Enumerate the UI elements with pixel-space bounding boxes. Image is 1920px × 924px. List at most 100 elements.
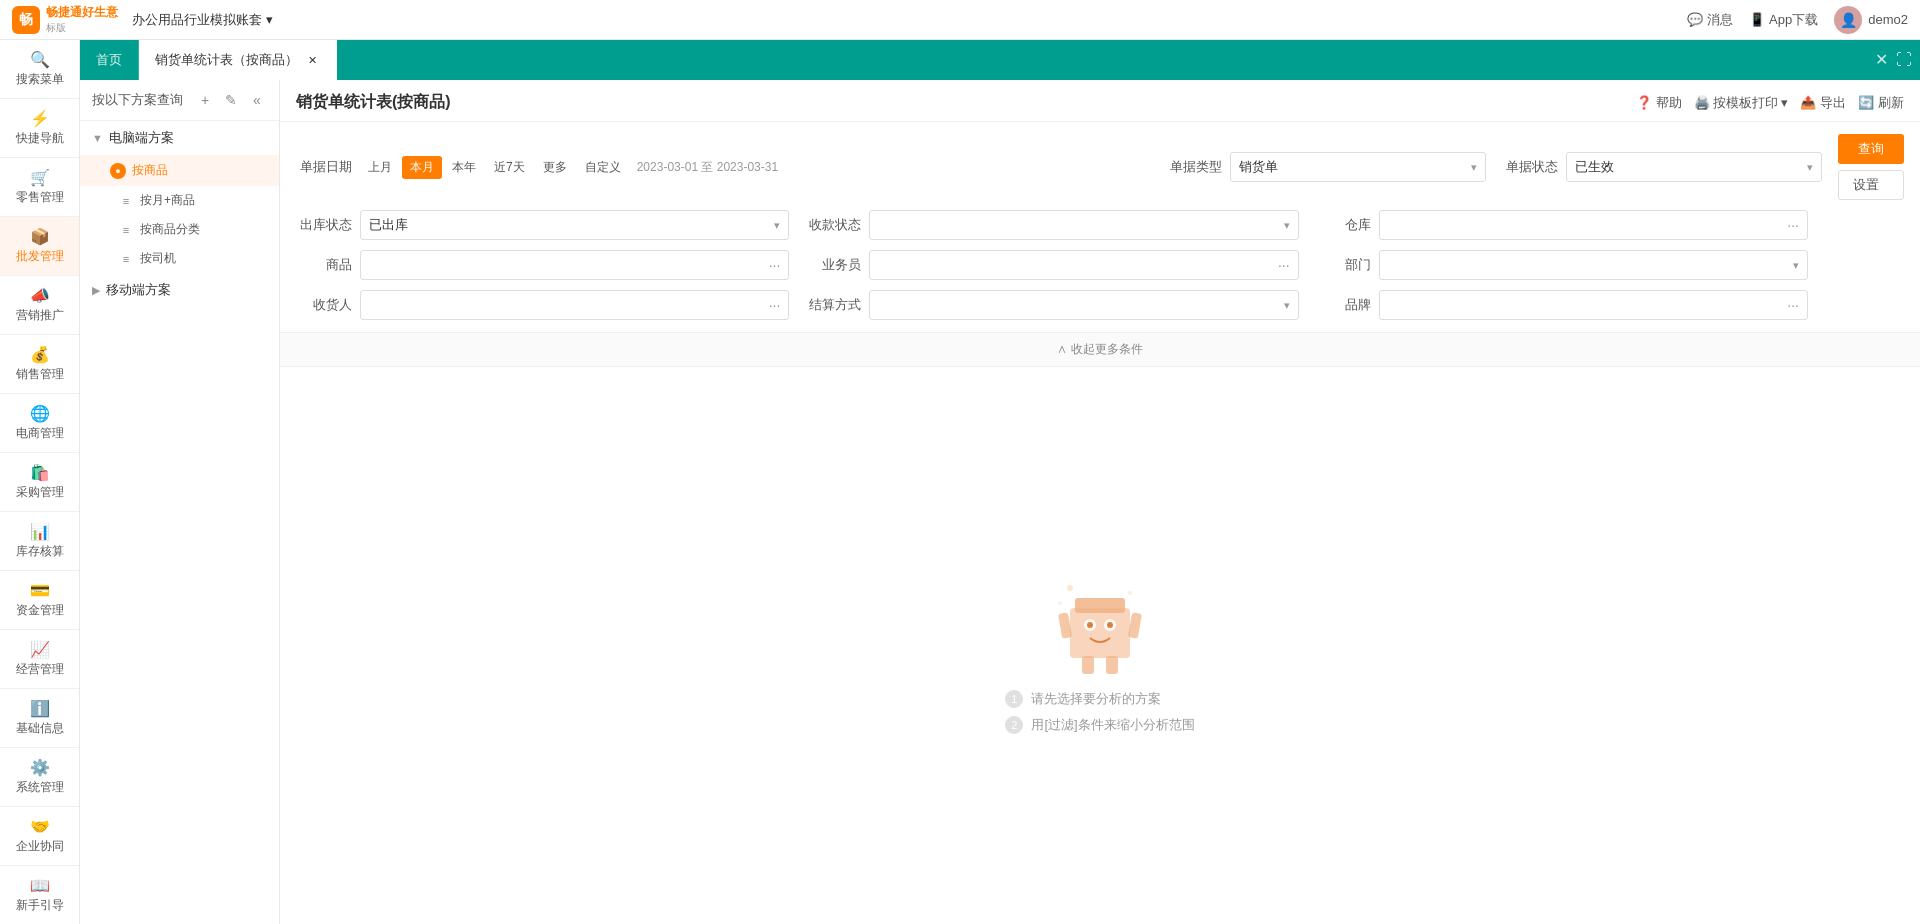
sidebar-item-quick-nav[interactable]: ⚡ 快捷导航 [0, 99, 79, 158]
empty-illustration [1040, 558, 1160, 678]
filter-actions: 查询 设置 [1838, 134, 1904, 200]
empty-hints: 1 请先选择要分析的方案 2 用[过滤]条件来缩小分析范围 [1005, 690, 1194, 734]
logo-area: 畅 畅捷通好生意 标版 [12, 4, 118, 35]
doc-status-select[interactable]: 已生效 ▾ [1566, 152, 1822, 182]
scheme-group-mobile-header[interactable]: ▶ 移动端方案 [80, 273, 279, 307]
sidebar-item-operations[interactable]: 📈 经营管理 [0, 630, 79, 689]
scheme-item-by-product[interactable]: ● 按商品 [80, 155, 279, 186]
hint-num-1: 1 [1005, 690, 1023, 708]
settings-button[interactable]: 设置 [1838, 170, 1904, 200]
left-panel-title: 按以下方案查询 [92, 91, 183, 109]
doc-status-arrow-icon: ▾ [1807, 161, 1813, 174]
template-print-button[interactable]: 🖨️ 按模板打印 ▾ [1694, 94, 1788, 112]
export-button[interactable]: 📤 导出 [1800, 94, 1846, 112]
sidebar-item-search[interactable]: 🔍 搜索菜单 [0, 40, 79, 99]
close-window-button[interactable]: ✕ [1875, 52, 1888, 68]
warehouse-status-label: 出库状态 [296, 216, 352, 234]
warehouse-label: 仓库 [1315, 216, 1371, 234]
phone-icon: 📱 [1749, 12, 1765, 27]
department-select[interactable]: ▾ [1379, 250, 1808, 280]
filter-warehouse-status: 出库状态 已出库 ▾ [296, 210, 789, 240]
left-panel: 按以下方案查询 + ✎ « ▼ 电脑端方案 ● [80, 80, 280, 924]
query-button[interactable]: 查询 [1838, 134, 1904, 164]
date-tab-last-month[interactable]: 上月 [360, 156, 400, 179]
sidebar-item-wholesale[interactable]: 📦 批发管理 [0, 217, 79, 276]
product-input[interactable]: ··· [360, 250, 789, 280]
username-label: demo2 [1868, 12, 1908, 27]
industry-select[interactable]: 办公用品行业模拟账套 ▾ [126, 9, 279, 31]
doc-status-label: 单据状态 [1502, 158, 1558, 176]
scheme-group-pc: ▼ 电脑端方案 ● 按商品 ≡ 按月+商品 ≡ [80, 121, 279, 273]
header-left: 畅 畅捷通好生意 标版 办公用品行业模拟账套 ▾ [12, 4, 279, 35]
inner-page: 按以下方案查询 + ✎ « ▼ 电脑端方案 ● [80, 80, 1920, 924]
date-tab-more[interactable]: 更多 [535, 156, 575, 179]
tab-close-button[interactable]: ✕ [304, 52, 320, 68]
warehouse-status-select[interactable]: 已出库 ▾ [360, 210, 789, 240]
refresh-button[interactable]: 🔄 刷新 [1858, 94, 1904, 112]
svg-rect-1 [1075, 598, 1125, 613]
doc-type-select[interactable]: 销货单 ▾ [1230, 152, 1486, 182]
svg-point-12 [1058, 601, 1062, 605]
salesperson-dots-icon: ··· [1278, 257, 1290, 273]
scheme-item-by-month-product[interactable]: ≡ 按月+商品 [80, 186, 279, 215]
dropdown-icon: ▾ [266, 12, 273, 27]
date-filter-label: 单据日期 [296, 158, 352, 176]
maximize-window-button[interactable]: ⛶ [1896, 52, 1912, 68]
help-button[interactable]: ❓ 帮助 [1636, 94, 1682, 112]
page-title: 销货单统计表(按商品) [296, 92, 451, 113]
sidebar-item-sales[interactable]: 💰 销售管理 [0, 335, 79, 394]
settlement-select[interactable]: ▾ [869, 290, 1298, 320]
app-download-button[interactable]: 📱 App下载 [1749, 11, 1818, 29]
hint-num-2: 2 [1005, 716, 1023, 734]
sidebar-item-ecom[interactable]: 🌐 电商管理 [0, 394, 79, 453]
scheme-group-pc-header[interactable]: ▼ 电脑端方案 [80, 121, 279, 155]
edit-scheme-button[interactable]: ✎ [221, 90, 241, 110]
user-profile[interactable]: 👤 demo2 [1834, 6, 1908, 34]
svg-point-11 [1128, 591, 1132, 595]
date-tab-this-year[interactable]: 本年 [444, 156, 484, 179]
sidebar-item-retail[interactable]: 🛒 零售管理 [0, 158, 79, 217]
sidebar-item-finance[interactable]: 💳 资金管理 [0, 571, 79, 630]
date-tab-custom[interactable]: 自定义 [577, 156, 629, 179]
empty-hint-2: 2 用[过滤]条件来缩小分析范围 [1005, 716, 1194, 734]
sidebar-item-purchase[interactable]: 🛍️ 采购管理 [0, 453, 79, 512]
collapse-filter-button[interactable]: ∧ 收起更多条件 [280, 333, 1920, 367]
collapse-panel-button[interactable]: « [247, 90, 267, 110]
tab-sales-stats[interactable]: 销货单统计表（按商品） ✕ [139, 40, 337, 80]
sidebar-item-system[interactable]: ⚙️ 系统管理 [0, 748, 79, 807]
left-panel-header: 按以下方案查询 + ✎ « [80, 80, 279, 121]
add-scheme-button[interactable]: + [195, 90, 215, 110]
page-title-bar: 销货单统计表(按商品) ❓ 帮助 🖨️ 按模板打印 ▾ [280, 80, 1920, 122]
recipient-dots-icon: ··· [769, 297, 781, 313]
print-icon: 🖨️ [1694, 95, 1710, 110]
brand-input[interactable]: ··· [1379, 290, 1808, 320]
date-filter-control: 上月 本月 本年 [360, 156, 1150, 179]
svg-point-10 [1067, 585, 1073, 591]
warehouse-input[interactable]: ··· [1379, 210, 1808, 240]
salesperson-input[interactable]: ··· [869, 250, 1298, 280]
page-content: 按以下方案查询 + ✎ « ▼ 电脑端方案 ● [80, 80, 1920, 924]
scheme-item-by-machine[interactable]: ≡ 按司机 [80, 244, 279, 273]
date-tab-last-7-days[interactable]: 近7天 [486, 156, 533, 179]
hint-text-2: 用[过滤]条件来缩小分析范围 [1031, 716, 1194, 734]
date-tab-this-month[interactable]: 本月 [402, 156, 442, 179]
svg-rect-9 [1106, 656, 1118, 674]
collection-status-select[interactable]: ▾ [869, 210, 1298, 240]
dropdown-arrow-icon: ▾ [1781, 95, 1788, 110]
window-controls: ✕ ⛶ [1875, 52, 1920, 68]
filter-date: 单据日期 上月 本月 [296, 156, 1150, 179]
tab-home[interactable]: 首页 [80, 40, 139, 80]
sidebar-item-marketing[interactable]: 📣 营销推广 [0, 276, 79, 335]
filter-brand: 品牌 ··· [1315, 290, 1808, 320]
department-label: 部门 [1315, 256, 1371, 274]
sub-scheme-icon-1: ≡ [118, 193, 134, 209]
scheme-item-by-category[interactable]: ≡ 按商品分类 [80, 215, 279, 244]
recipient-input[interactable]: ··· [360, 290, 789, 320]
svg-point-3 [1087, 622, 1093, 628]
sidebar-item-inventory[interactable]: 📊 库存核算 [0, 512, 79, 571]
filter-department: 部门 ▾ [1315, 250, 1808, 280]
sidebar-item-guide[interactable]: 📖 新手引导 [0, 866, 79, 924]
sidebar-item-basic-info[interactable]: ℹ️ 基础信息 [0, 689, 79, 748]
sidebar-item-enterprise-collab[interactable]: 🤝 企业协同 [0, 807, 79, 866]
message-button[interactable]: 💬 消息 [1687, 11, 1733, 29]
